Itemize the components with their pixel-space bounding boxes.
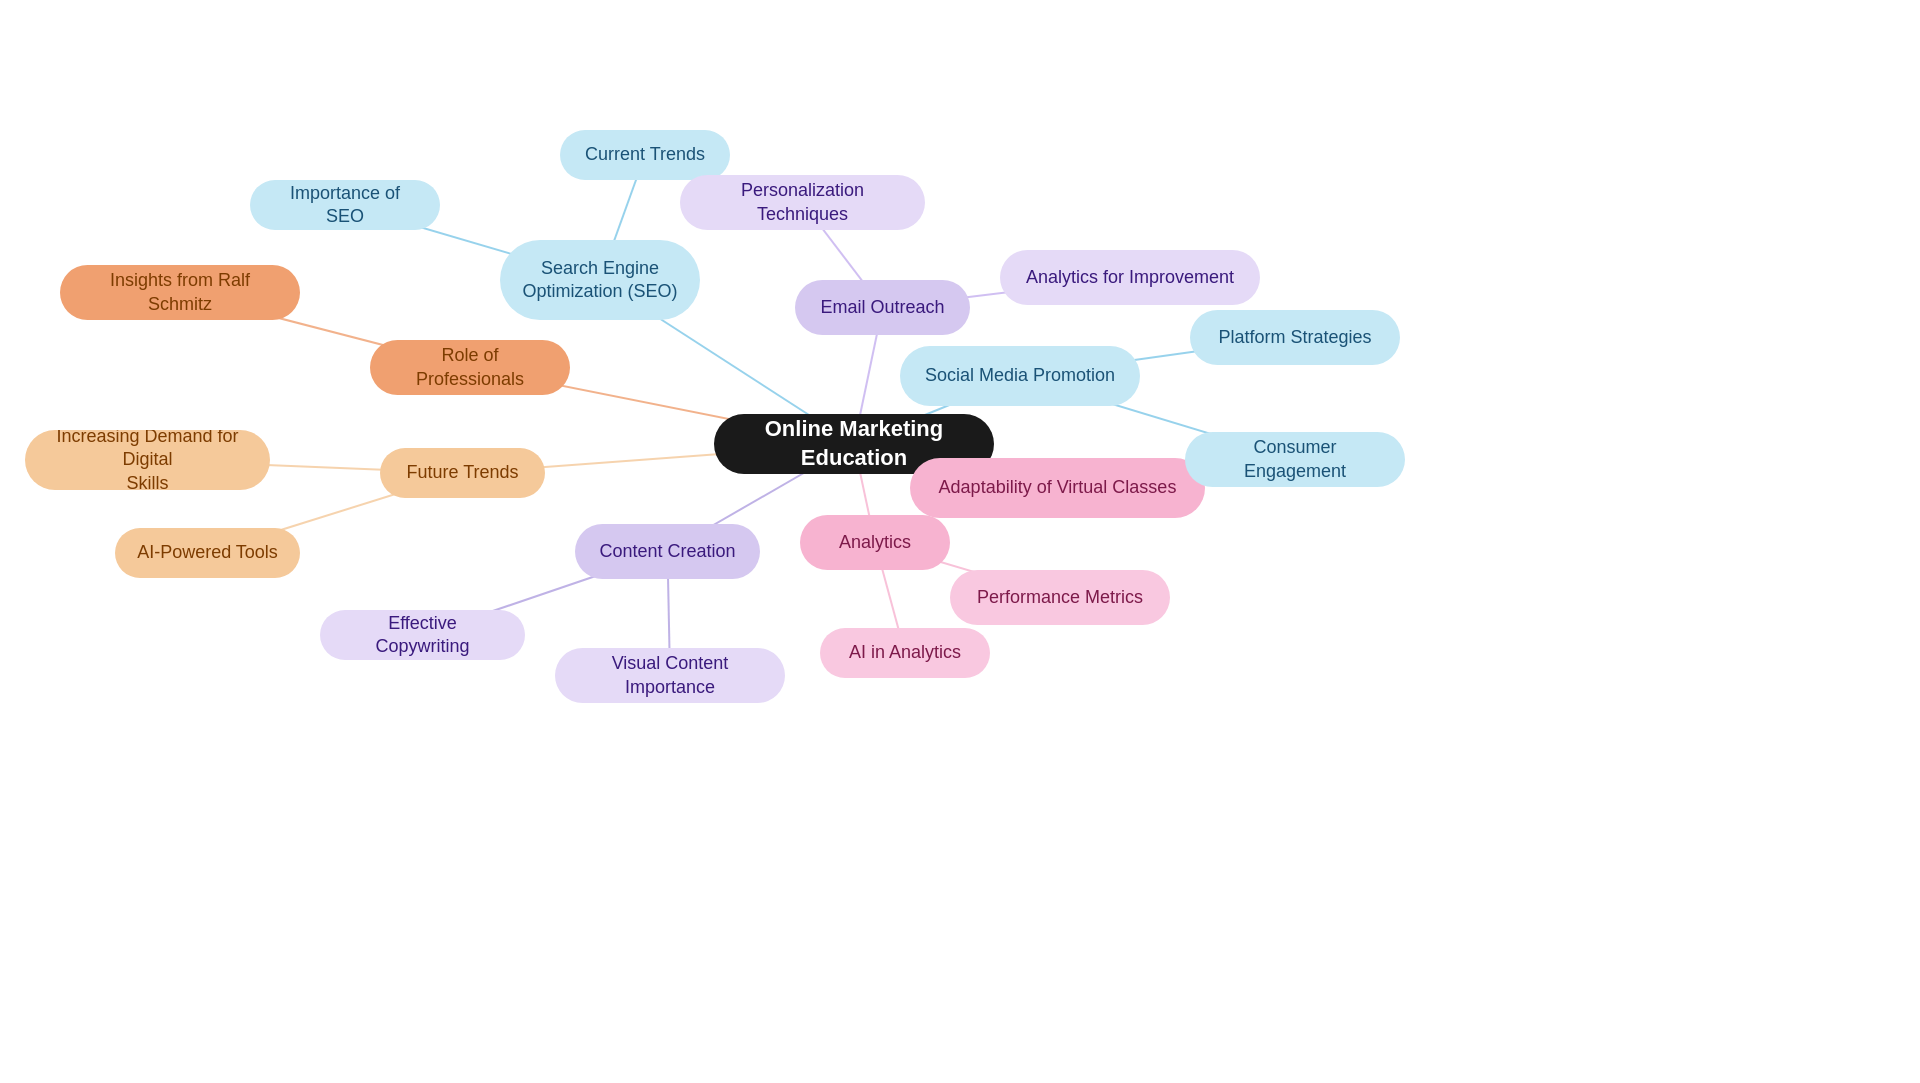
- node-ai-analytics: AI in Analytics: [820, 628, 990, 678]
- node-personalization: Personalization Techniques: [680, 175, 925, 230]
- node-increasing-demand: Increasing Demand for DigitalSkills: [25, 430, 270, 490]
- node-analytics: Analytics: [800, 515, 950, 570]
- node-adaptability: Adaptability of Virtual Classes: [910, 458, 1205, 518]
- node-insights-ralf: Insights from Ralf Schmitz: [60, 265, 300, 320]
- node-consumer-engagement: Consumer Engagement: [1185, 432, 1405, 487]
- node-seo: Search EngineOptimization (SEO): [500, 240, 700, 320]
- node-analytics-improvement: Analytics for Improvement: [1000, 250, 1260, 305]
- node-content-creation: Content Creation: [575, 524, 760, 579]
- node-performance-metrics: Performance Metrics: [950, 570, 1170, 625]
- node-ai-powered: AI-Powered Tools: [115, 528, 300, 578]
- node-platform-strategies: Platform Strategies: [1190, 310, 1400, 365]
- node-role-professionals: Role of Professionals: [370, 340, 570, 395]
- node-email-outreach: Email Outreach: [795, 280, 970, 335]
- node-current-trends: Current Trends: [560, 130, 730, 180]
- node-future-trends: Future Trends: [380, 448, 545, 498]
- node-visual-content: Visual Content Importance: [555, 648, 785, 703]
- node-social-media: Social Media Promotion: [900, 346, 1140, 406]
- node-effective-copywriting: Effective Copywriting: [320, 610, 525, 660]
- node-importance-seo: Importance of SEO: [250, 180, 440, 230]
